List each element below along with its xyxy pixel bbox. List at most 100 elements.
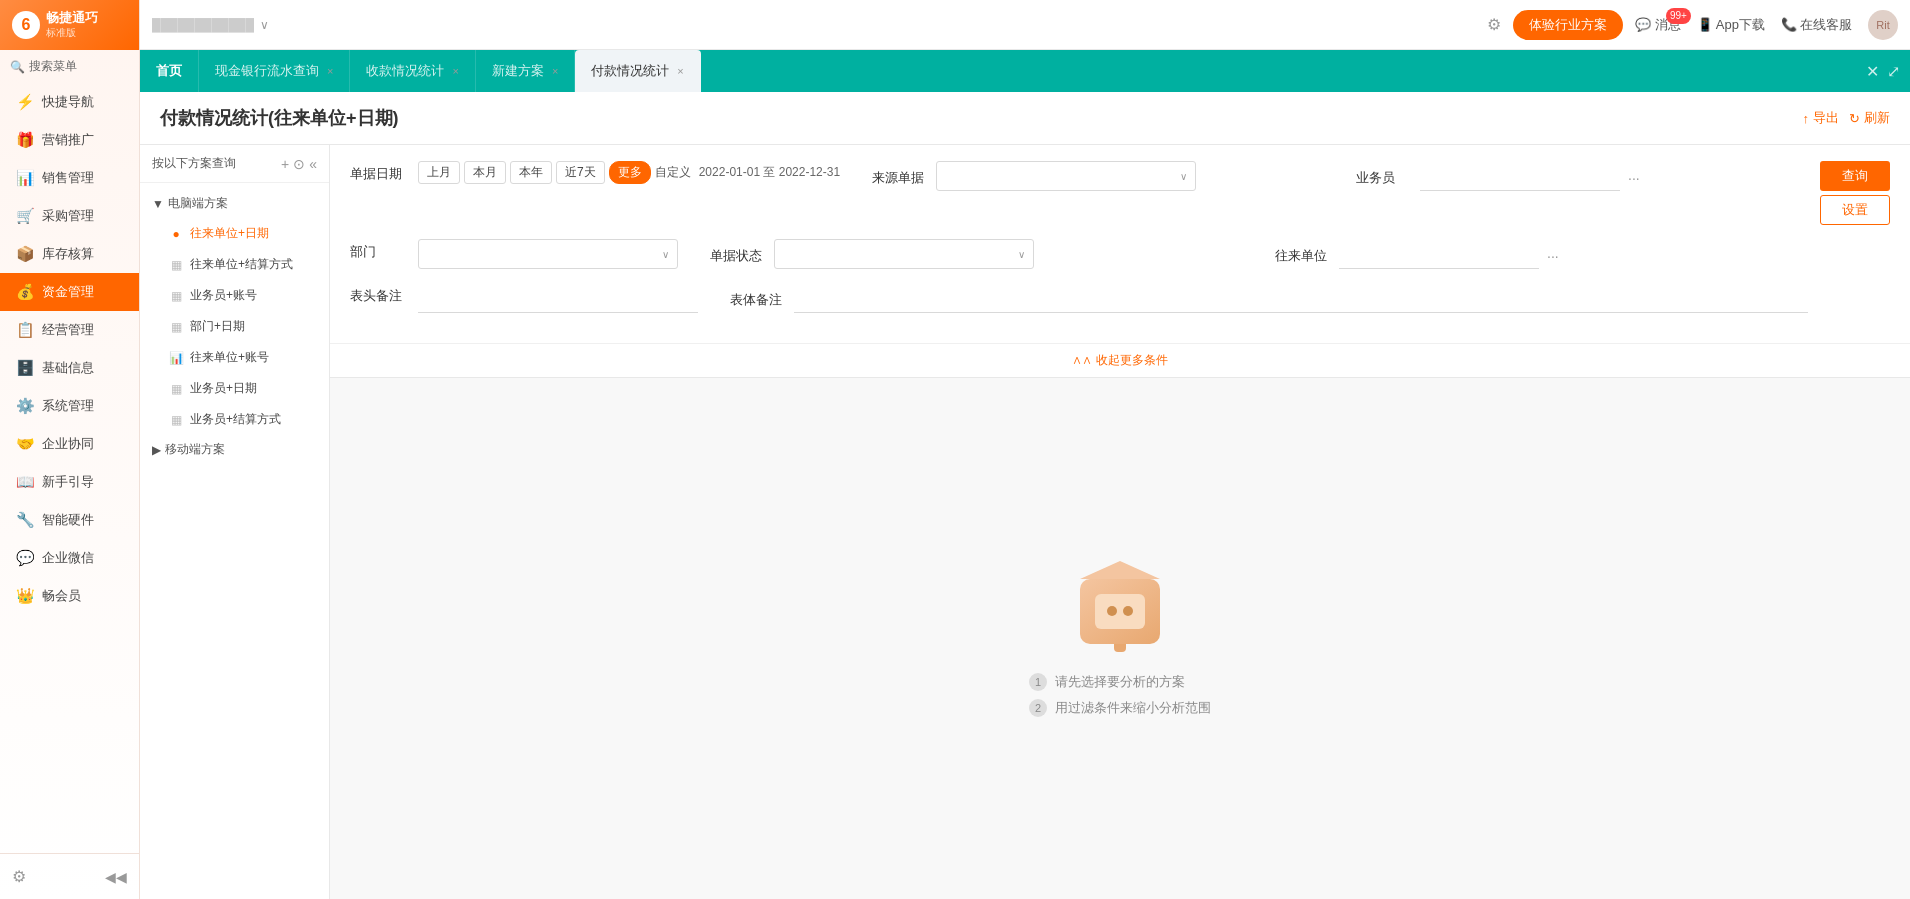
tab-bank-flow[interactable]: 现金银行流水查询 × — [199, 50, 350, 92]
main-content: 单据日期 上月 本月 本年 近7天 更多 自定义 2022-01-01 至 20… — [330, 145, 1910, 899]
date-range-text: 2022-01-01 至 2022-12-31 — [699, 164, 840, 181]
sidebar-item-marketing[interactable]: 🎁 营销推广 — [0, 121, 139, 159]
tab-bank-flow-close[interactable]: × — [327, 65, 333, 77]
scheme-group-mobile-header[interactable]: ▶ 移动端方案 — [140, 435, 329, 464]
page-title: 付款情况统计(往来单位+日期) — [160, 106, 399, 130]
header-remark-input[interactable] — [418, 283, 698, 313]
scheme-group-desktop-header[interactable]: ▼ 电脑端方案 — [140, 189, 329, 218]
sidebar-item-sales[interactable]: 📊 销售管理 — [0, 159, 139, 197]
scheme-item-unit-date-label: 往来单位+日期 — [190, 225, 269, 242]
quick-nav-icon: ⚡ — [16, 93, 34, 111]
export-btn[interactable]: ↑ 导出 — [1803, 109, 1840, 127]
mobile-group-label: 移动端方案 — [165, 441, 225, 458]
scheme-item-staff-acct-label: 业务员+账号 — [190, 287, 257, 304]
scheme-settings-icon[interactable]: ⊙ — [293, 156, 305, 172]
scheme-add-icon[interactable]: + — [281, 156, 289, 172]
wechat-icon: 💬 — [16, 549, 34, 567]
empty-hint-1-text: 请先选择要分析的方案 — [1055, 673, 1185, 691]
sidebar-item-inventory[interactable]: 📦 库存核算 — [0, 235, 139, 273]
sidebar-item-member[interactable]: 👑 畅会员 — [0, 577, 139, 615]
date-btn-7days[interactable]: 近7天 — [556, 161, 605, 184]
partner-input[interactable] — [1339, 239, 1539, 269]
date-label: 单据日期 — [350, 161, 406, 183]
body-remark-input[interactable] — [794, 283, 1808, 313]
sidebar-item-operations[interactable]: 📋 经营管理 — [0, 311, 139, 349]
refresh-btn[interactable]: ↻ 刷新 — [1849, 109, 1890, 127]
sidebar-item-quick-nav[interactable]: ⚡ 快捷导航 — [0, 83, 139, 121]
query-btn[interactable]: 查询 — [1820, 161, 1890, 191]
sidebar-item-wechat[interactable]: 💬 企业微信 — [0, 539, 139, 577]
scheme-item-unit-settle[interactable]: ▦ 往来单位+结算方式 — [140, 249, 329, 280]
tab-new-scheme-close[interactable]: × — [552, 65, 558, 77]
staff-input[interactable] — [1420, 161, 1620, 191]
scheme-item-staff-settle[interactable]: ▦ 业务员+结算方式 — [140, 404, 329, 435]
app-download-btn[interactable]: 📱 App下载 — [1697, 16, 1765, 34]
dept-select[interactable]: ∨ — [418, 239, 678, 269]
sales-icon: 📊 — [16, 169, 34, 187]
scheme-item-unit-acct-label: 往来单位+账号 — [190, 349, 269, 366]
tab-close-all-icon[interactable]: ✕ — [1866, 62, 1879, 81]
sidebar-item-collab[interactable]: 🤝 企业协同 — [0, 425, 139, 463]
settings-icon[interactable]: ⚙ — [12, 867, 26, 886]
date-btn-last-month[interactable]: 上月 — [418, 161, 460, 184]
empty-area: 1 请先选择要分析的方案 2 用过滤条件来缩小分析范围 — [330, 378, 1910, 899]
tab-home[interactable]: 首页 — [140, 50, 199, 92]
date-custom-label[interactable]: 自定义 — [655, 164, 691, 181]
scheme-collapse-icon[interactable]: « — [309, 156, 317, 172]
topbar-right: 💬 消息 99+ 📱 App下载 📞 在线客服 Rit — [1635, 10, 1898, 40]
collapse-sidebar-icon[interactable]: ◀◀ — [105, 869, 127, 885]
scheme-item-unit-settle-label: 往来单位+结算方式 — [190, 256, 293, 273]
scheme-item-staff-acct[interactable]: ▦ 业务员+账号 — [140, 280, 329, 311]
user-avatar[interactable]: Rit — [1868, 10, 1898, 40]
date-btn-this-year[interactable]: 本年 — [510, 161, 552, 184]
tab-payment-stat[interactable]: 付款情况统计 × — [575, 50, 700, 92]
address-chevron[interactable]: ∨ — [260, 18, 269, 32]
tab-payment-stat-close[interactable]: × — [677, 65, 683, 77]
messages-btn[interactable]: 💬 消息 99+ — [1635, 16, 1681, 34]
sidebar-item-hardware[interactable]: 🔧 智能硬件 — [0, 501, 139, 539]
sidebar-item-system[interactable]: ⚙️ 系统管理 — [0, 387, 139, 425]
trial-btn[interactable]: 体验行业方案 — [1513, 10, 1623, 40]
date-btn-this-month[interactable]: 本月 — [464, 161, 506, 184]
finance-icon: 💰 — [16, 283, 34, 301]
source-select[interactable]: ∨ — [936, 161, 1196, 191]
tab-new-scheme[interactable]: 新建方案 × — [476, 50, 575, 92]
sidebar-item-basic[interactable]: 🗄️ 基础信息 — [0, 349, 139, 387]
quick-nav-label: 快捷导航 — [42, 93, 94, 111]
tab-receivable-close[interactable]: × — [452, 65, 458, 77]
scheme-item-staff-date[interactable]: ▦ 业务员+日期 — [140, 373, 329, 404]
search-menu[interactable]: 🔍 搜索菜单 — [0, 50, 139, 83]
sidebar-item-guide[interactable]: 📖 新手引导 — [0, 463, 139, 501]
scheme-list: ▼ 电脑端方案 ● 往来单位+日期 ▦ 往来单位+结算方式 ▦ — [140, 183, 329, 899]
scheme-item-unit-acct[interactable]: 📊 往来单位+账号 — [140, 342, 329, 373]
sidebar-item-finance[interactable]: 💰 资金管理 — [0, 273, 139, 311]
date-options: 上月 本月 本年 近7天 更多 自定义 2022-01-01 至 2022-12… — [418, 161, 840, 184]
date-btn-more[interactable]: 更多 — [609, 161, 651, 184]
tab-receivable[interactable]: 收款情况统计 × — [350, 50, 475, 92]
export-icon: ↑ — [1803, 111, 1810, 126]
filter-row-3: 表头备注 表体备注 — [350, 283, 1890, 313]
collapse-btn[interactable]: ∧∧ 收起更多条件 — [330, 343, 1910, 377]
refresh-label: 刷新 — [1864, 109, 1890, 127]
logo-sub: 标准版 — [46, 26, 98, 40]
partner-dots[interactable]: ··· — [1547, 244, 1559, 264]
partner-label: 往来单位 — [1275, 243, 1331, 265]
scheme-item-unit-date[interactable]: ● 往来单位+日期 — [140, 218, 329, 249]
finance-label: 资金管理 — [42, 283, 94, 301]
scheme-header-left: 按以下方案查询 — [152, 155, 236, 172]
empty-illustration — [1060, 561, 1180, 661]
filter-row-1: 单据日期 上月 本月 本年 近7天 更多 自定义 2022-01-01 至 20… — [350, 161, 1890, 225]
sidebar-item-purchase[interactable]: 🛒 采购管理 — [0, 197, 139, 235]
scheme-item-staff-acct-icon: ▦ — [168, 289, 184, 303]
tab-maximize-icon[interactable]: ⤢ — [1887, 62, 1900, 81]
app-icon: 📱 — [1697, 17, 1713, 32]
source-select-arrow: ∨ — [1180, 171, 1187, 182]
staff-dots[interactable]: ··· — [1628, 166, 1640, 186]
online-support-btn[interactable]: 📞 在线客服 — [1781, 16, 1852, 34]
topbar-settings-icon[interactable]: ⚙ — [1487, 15, 1501, 34]
setting-btn[interactable]: 设置 — [1820, 195, 1890, 225]
scheme-item-dept-date[interactable]: ▦ 部门+日期 — [140, 311, 329, 342]
doc-status-select[interactable]: ∨ — [774, 239, 1034, 269]
scheme-group-desktop: ▼ 电脑端方案 ● 往来单位+日期 ▦ 往来单位+结算方式 ▦ — [140, 189, 329, 435]
topbar: ████████████ ∨ ⚙ 体验行业方案 💬 消息 99+ 📱 App下载… — [140, 0, 1910, 50]
